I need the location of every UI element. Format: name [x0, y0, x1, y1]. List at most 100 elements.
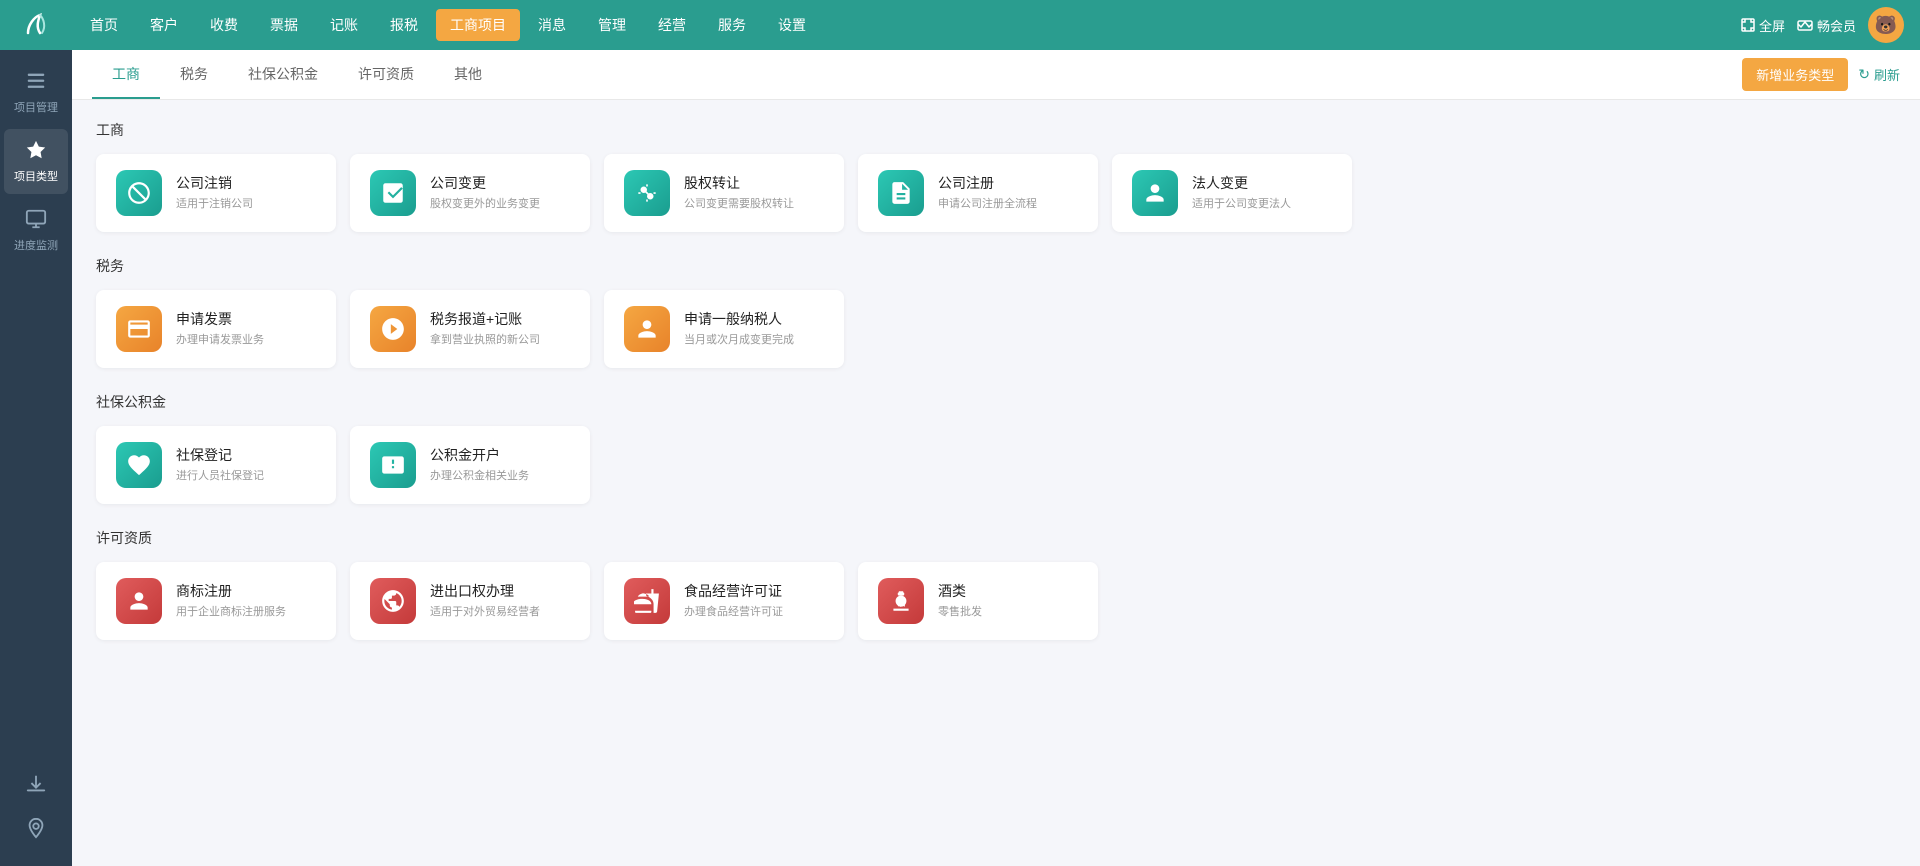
top-nav-item-business[interactable]: 工商项目 — [436, 9, 520, 41]
sidebar-bottom-download[interactable] — [18, 766, 54, 802]
top-nav-item-operation[interactable]: 经营 — [644, 9, 700, 41]
top-right-actions: 全屏 畅会员 🐻 — [1741, 7, 1904, 43]
card-title-liquor: 酒类 — [938, 581, 982, 601]
star-icon — [25, 139, 47, 164]
card-import-export[interactable]: 进出口权办理 适用于对外贸易经营者 — [350, 562, 590, 640]
mascot-avatar[interactable]: 🐻 — [1868, 7, 1904, 43]
card-social-security-reg[interactable]: 社保登记 进行人员社保登记 — [96, 426, 336, 504]
sidebar-item-project-mgmt[interactable]: 项目管理 — [4, 60, 68, 125]
card-text-import-export: 进出口权办理 适用于对外贸易经营者 — [430, 581, 540, 620]
refresh-label: 刷新 — [1874, 65, 1900, 84]
card-icon-provident-fund — [370, 442, 416, 488]
top-nav-item-collection[interactable]: 收费 — [196, 9, 252, 41]
top-nav-item-bookkeeping[interactable]: 记账 — [316, 9, 372, 41]
vip-btn[interactable]: 畅会员 — [1797, 16, 1856, 35]
main-layout: 项目管理项目类型进度监测 工商税务社保公积金许可资质其他 新增业务类型 ↻ 刷新… — [0, 50, 1920, 866]
sidebar-item-progress-monitor[interactable]: 进度监测 — [4, 198, 68, 263]
sidebar-bottom-location[interactable] — [18, 810, 54, 846]
card-liquor[interactable]: 酒 酒类 零售批发 — [858, 562, 1098, 640]
card-title-company-cancel: 公司注销 — [176, 173, 253, 193]
top-nav-item-settings[interactable]: 设置 — [764, 9, 820, 41]
section-shuiwu: 税务 申请发票 办理申请发票业务 税务报道+记账 拿到营业执照的新公司 申请一般… — [96, 256, 1896, 368]
sidebar-item-label: 进度监测 — [14, 237, 58, 253]
section-title-shuiwu: 税务 — [96, 256, 1896, 276]
card-title-import-export: 进出口权办理 — [430, 581, 540, 601]
add-type-button[interactable]: 新增业务类型 — [1742, 58, 1848, 91]
top-nav-item-invoice[interactable]: 票据 — [256, 9, 312, 41]
card-title-tax-report: 税务报道+记账 — [430, 309, 540, 329]
card-apply-invoice[interactable]: 申请发票 办理申请发票业务 — [96, 290, 336, 368]
cards-grid-shuiwu: 申请发票 办理申请发票业务 税务报道+记账 拿到营业执照的新公司 申请一般纳税人… — [96, 290, 1896, 368]
top-navigation: 首页客户收费票据记账报税工商项目消息管理经营服务设置 全屏 畅会员 🐻 — [0, 0, 1920, 50]
card-company-register[interactable]: 公司注册 申请公司注册全流程 — [858, 154, 1098, 232]
card-title-food-license: 食品经营许可证 — [684, 581, 783, 601]
section-title-shebao: 社保公积金 — [96, 392, 1896, 412]
card-title-apply-invoice: 申请发票 — [176, 309, 264, 329]
cards-grid-xuke: 商标注册 用于企业商标注册服务 进出口权办理 适用于对外贸易经营者 食品经营许可… — [96, 562, 1896, 640]
card-text-equity-transfer: 股权转让 公司变更需要股权转让 — [684, 173, 794, 212]
card-company-change[interactable]: 公司变更 股权变更外的业务变更 — [350, 154, 590, 232]
top-nav-item-management[interactable]: 管理 — [584, 9, 640, 41]
card-desc-apply-invoice: 办理申请发票业务 — [176, 333, 264, 348]
sub-tab-tax[interactable]: 税务 — [160, 50, 228, 99]
card-title-social-security-reg: 社保登记 — [176, 445, 264, 465]
card-desc-food-license: 办理食品经营许可证 — [684, 605, 783, 620]
card-desc-company-cancel: 适用于注销公司 — [176, 197, 253, 212]
card-desc-trademark: 用于企业商标注册服务 — [176, 605, 286, 620]
top-nav-item-tax[interactable]: 报税 — [376, 9, 432, 41]
card-title-provident-fund: 公积金开户 — [430, 445, 529, 465]
sub-tab-social-security[interactable]: 社保公积金 — [228, 50, 338, 99]
cards-grid-gongshang: 公司注销 适用于注销公司 公司变更 股权变更外的业务变更 股权转让 公司变更需要… — [96, 154, 1896, 232]
sub-tab-business[interactable]: 工商 — [92, 50, 160, 99]
card-general-taxpayer[interactable]: 申请一般纳税人 当月或次月成变更完成 — [604, 290, 844, 368]
card-desc-company-register: 申请公司注册全流程 — [938, 197, 1037, 212]
card-trademark[interactable]: 商标注册 用于企业商标注册服务 — [96, 562, 336, 640]
refresh-button[interactable]: ↻ 刷新 — [1858, 65, 1900, 84]
card-icon-legal-change — [1132, 170, 1178, 216]
card-title-trademark: 商标注册 — [176, 581, 286, 601]
sidebar-item-label: 项目管理 — [14, 99, 58, 115]
top-nav-item-message[interactable]: 消息 — [524, 9, 580, 41]
top-nav-item-customer[interactable]: 客户 — [136, 9, 192, 41]
fullscreen-btn[interactable]: 全屏 — [1741, 16, 1785, 35]
card-icon-equity-transfer — [624, 170, 670, 216]
card-desc-general-taxpayer: 当月或次月成变更完成 — [684, 333, 794, 348]
card-icon-company-cancel — [116, 170, 162, 216]
card-title-equity-transfer: 股权转让 — [684, 173, 794, 193]
section-title-gongshang: 工商 — [96, 120, 1896, 140]
card-title-company-register: 公司注册 — [938, 173, 1037, 193]
top-nav-item-home[interactable]: 首页 — [76, 9, 132, 41]
card-text-legal-change: 法人变更 适用于公司变更法人 — [1192, 173, 1291, 212]
card-text-trademark: 商标注册 用于企业商标注册服务 — [176, 581, 286, 620]
card-icon-tax-report — [370, 306, 416, 352]
top-nav-item-service[interactable]: 服务 — [704, 9, 760, 41]
section-xuke: 许可资质 商标注册 用于企业商标注册服务 进出口权办理 适用于对外贸易经营者 食… — [96, 528, 1896, 640]
card-desc-import-export: 适用于对外贸易经营者 — [430, 605, 540, 620]
card-text-company-register: 公司注册 申请公司注册全流程 — [938, 173, 1037, 212]
card-provident-fund[interactable]: 公积金开户 办理公积金相关业务 — [350, 426, 590, 504]
card-text-social-security-reg: 社保登记 进行人员社保登记 — [176, 445, 264, 484]
sub-tab-license[interactable]: 许可资质 — [338, 50, 434, 99]
sub-tab-other[interactable]: 其他 — [434, 50, 502, 99]
card-equity-transfer[interactable]: 股权转让 公司变更需要股权转让 — [604, 154, 844, 232]
sub-tabs: 工商税务社保公积金许可资质其他 — [92, 50, 1742, 99]
card-text-general-taxpayer: 申请一般纳税人 当月或次月成变更完成 — [684, 309, 794, 348]
logo[interactable] — [16, 5, 56, 45]
card-company-cancel[interactable]: 公司注销 适用于注销公司 — [96, 154, 336, 232]
sidebar-item-project-type[interactable]: 项目类型 — [4, 129, 68, 194]
cards-grid-shebao: 社保登记 进行人员社保登记 公积金开户 办理公积金相关业务 — [96, 426, 1896, 504]
sidebar-item-label: 项目类型 — [14, 168, 58, 184]
left-sidebar: 项目管理项目类型进度监测 — [0, 50, 72, 866]
card-icon-food-license — [624, 578, 670, 624]
content-area: 工商税务社保公积金许可资质其他 新增业务类型 ↻ 刷新 工商 公司注销 适用于注… — [72, 50, 1920, 866]
card-tax-report[interactable]: 税务报道+记账 拿到营业执照的新公司 — [350, 290, 590, 368]
section-shebao: 社保公积金 社保登记 进行人员社保登记 公积金开户 办理公积金相关业务 — [96, 392, 1896, 504]
card-legal-change[interactable]: 法人变更 适用于公司变更法人 — [1112, 154, 1352, 232]
card-food-license[interactable]: 食品经营许可证 办理食品经营许可证 — [604, 562, 844, 640]
card-text-tax-report: 税务报道+记账 拿到营业执照的新公司 — [430, 309, 540, 348]
card-icon-company-change — [370, 170, 416, 216]
card-icon-social-security-reg — [116, 442, 162, 488]
card-title-general-taxpayer: 申请一般纳税人 — [684, 309, 794, 329]
top-menu: 首页客户收费票据记账报税工商项目消息管理经营服务设置 — [76, 9, 1741, 41]
vip-label: 畅会员 — [1817, 16, 1856, 35]
